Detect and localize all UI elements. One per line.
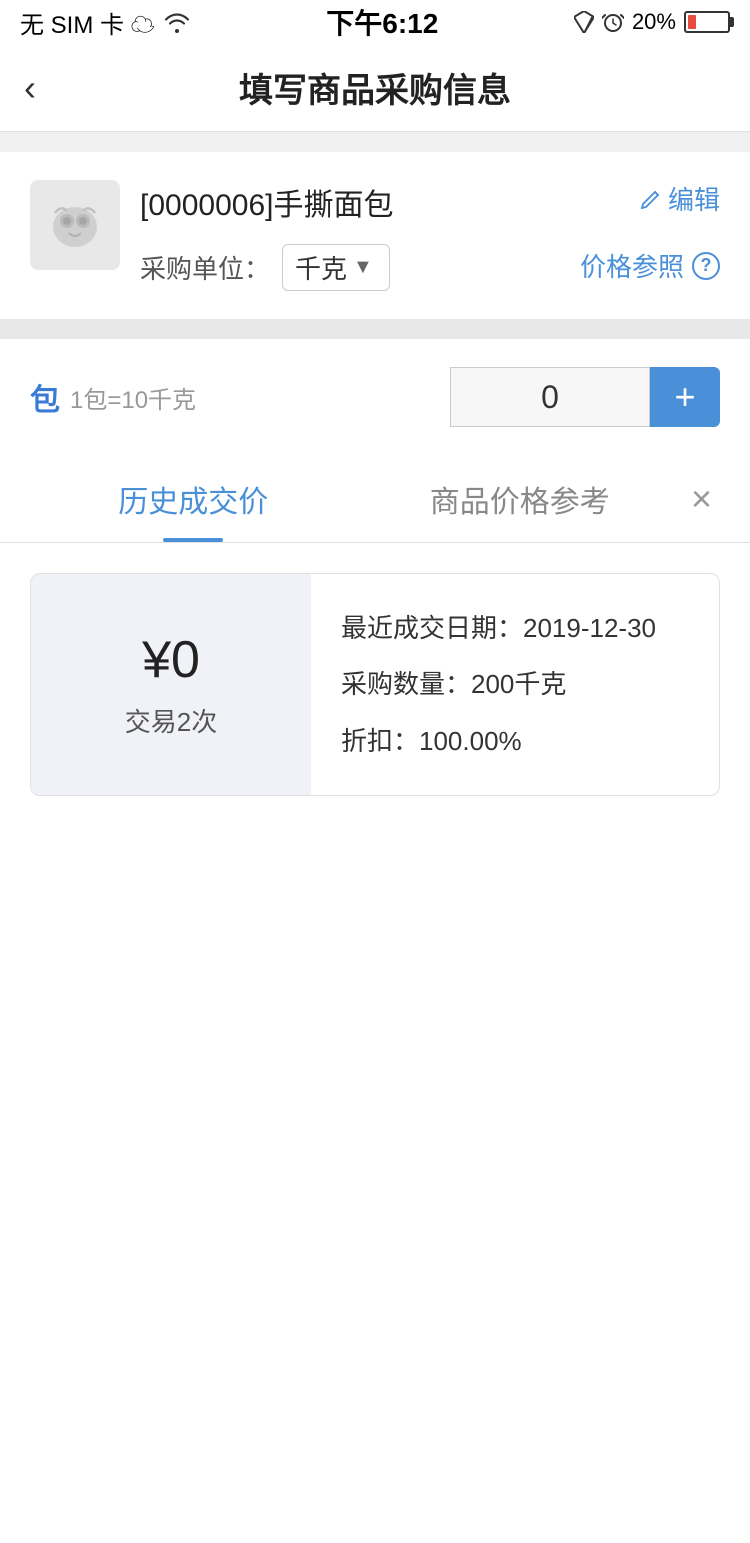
discount-row: 折扣：100.00% [341, 723, 689, 759]
product-thumbnail [45, 195, 105, 255]
status-time: 下午6:12 [326, 2, 438, 42]
history-price-value: ¥0 [142, 630, 200, 690]
edit-label: 编辑 [668, 180, 720, 217]
edit-icon [640, 188, 662, 210]
quantity-detail-value: 200千克 [471, 669, 566, 699]
quantity-row: 包 1包=10千克 0 + [0, 339, 750, 455]
product-name: [0000006]手撕面包 [140, 180, 393, 224]
package-conversion: 1包=10千克 [70, 380, 196, 415]
tab-price-reference[interactable]: 商品价格参考 [356, 455, 682, 542]
quantity-detail-label: 采购数量： [341, 669, 471, 699]
back-button[interactable]: ‹ [24, 67, 36, 109]
tab-active-indicator [163, 538, 223, 542]
tab-history-price[interactable]: 历史成交价 [30, 455, 356, 542]
unit-select[interactable]: 千克 ▼ [282, 244, 390, 291]
tab-history-label: 历史成交价 [118, 477, 268, 521]
discount-value: 100.00% [419, 726, 522, 756]
product-image [30, 180, 120, 270]
recent-date-value: 2019-12-30 [523, 613, 656, 643]
history-detail-column: 最近成交日期：2019-12-30 采购数量：200千克 折扣：100.00% [311, 574, 719, 795]
product-unit-row: 采购单位： 千克 ▼ [140, 244, 393, 291]
location-icon [574, 11, 594, 33]
history-content: ¥0 交易2次 最近成交日期：2019-12-30 采购数量：200千克 折扣：… [0, 543, 750, 943]
page-title: 填写商品采购信息 [239, 63, 511, 112]
product-left: [0000006]手撕面包 采购单位： 千克 ▼ [30, 180, 393, 291]
unit-label: 采购单位： [140, 249, 270, 286]
close-button[interactable]: × [683, 470, 720, 528]
section-divider [0, 319, 750, 339]
product-header: [0000006]手撕面包 采购单位： 千克 ▼ 编辑 [30, 180, 720, 291]
wifi-icon [163, 11, 191, 33]
status-right: 20% [574, 9, 730, 35]
quantity-plus-button[interactable]: + [650, 367, 720, 427]
history-price-column: ¥0 交易2次 [31, 574, 311, 795]
status-left: 无 SIM 卡 ☁ [20, 5, 191, 40]
discount-label: 折扣： [341, 726, 419, 756]
product-card: [0000006]手撕面包 采购单位： 千克 ▼ 编辑 [0, 152, 750, 319]
tabs-bar: 历史成交价 商品价格参考 × [0, 455, 750, 543]
history-card: ¥0 交易2次 最近成交日期：2019-12-30 采购数量：200千克 折扣：… [30, 573, 720, 796]
status-bar: 无 SIM 卡 ☁ 下午6:12 20% [0, 0, 750, 44]
battery-percent: 20% [632, 9, 676, 35]
battery-fill [688, 15, 696, 29]
product-info: [0000006]手撕面包 采购单位： 千克 ▼ [140, 180, 393, 291]
dropdown-arrow-icon: ▼ [353, 256, 373, 279]
alarm-icon [602, 11, 624, 33]
battery-icon [684, 11, 730, 33]
price-ref-label: 价格参照 [580, 247, 684, 284]
unit-value: 千克 [295, 249, 347, 286]
help-icon: ? [692, 252, 720, 280]
nav-bar: ‹ 填写商品采购信息 [0, 44, 750, 132]
quantity-controls: 0 + [450, 367, 720, 427]
quantity-input[interactable]: 0 [450, 367, 650, 427]
price-ref-button[interactable]: 价格参照 ? [580, 247, 720, 284]
edit-button[interactable]: 编辑 [640, 180, 720, 217]
recent-date-label: 最近成交日期： [341, 613, 523, 643]
quantity-label: 包 1包=10千克 [30, 375, 196, 419]
sim-status: 无 SIM 卡 ☁ [20, 5, 155, 40]
price-yen-symbol: ¥ [142, 631, 171, 689]
purchase-quantity-row: 采购数量：200千克 [341, 666, 689, 702]
price-number: 0 [171, 631, 200, 689]
history-trade-count: 交易2次 [125, 702, 217, 739]
product-actions: 编辑 价格参照 ? [580, 180, 720, 284]
bottom-area [0, 943, 750, 1543]
panel-section: 历史成交价 商品价格参考 × ¥0 交易2次 最近成交日期：2019-12-30 [0, 455, 750, 943]
package-unit-icon: 包 [30, 375, 60, 419]
tab-price-ref-label: 商品价格参考 [430, 477, 610, 521]
recent-date-row: 最近成交日期：2019-12-30 [341, 610, 689, 646]
